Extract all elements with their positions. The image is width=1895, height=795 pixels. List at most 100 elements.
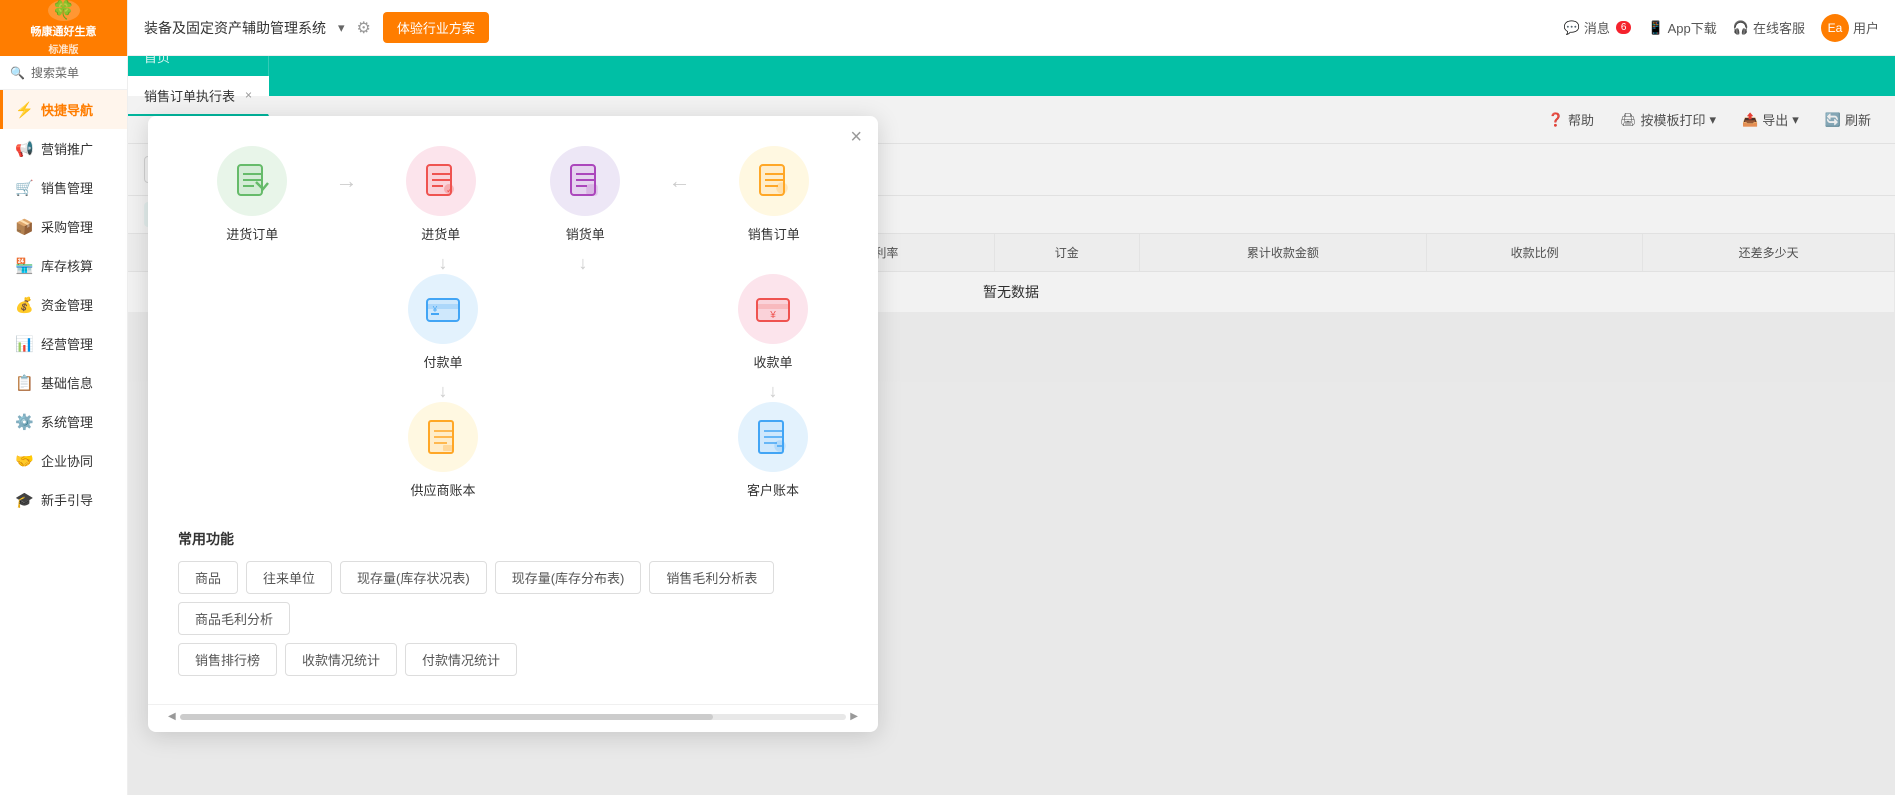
flow-item-payment[interactable]: ¥ 付款单 [378, 274, 508, 371]
modal-box: × 进货订单 [148, 116, 878, 732]
common-functions-title: 常用功能 [178, 529, 848, 549]
scroll-left-arrow[interactable]: ◀ [168, 711, 176, 722]
payment-circle: ¥ [408, 274, 478, 344]
system-dropdown[interactable]: ▾ [338, 20, 345, 36]
sidebar-item-basic-info[interactable]: 📋 基础信息 [0, 363, 127, 402]
purchase-order-icon [234, 163, 270, 199]
sales-order-icon [756, 163, 792, 199]
settings-icon[interactable]: ⚙ [357, 18, 371, 38]
sidebar-item-finance[interactable]: 💰 资金管理 [0, 285, 127, 324]
avatar: Ea [1821, 14, 1849, 42]
chevron-down-icon: ▾ [338, 20, 345, 36]
sidebar-icon-inventory: 🏪 [15, 257, 33, 275]
flow-item-sales-bill[interactable]: 销货单 [521, 146, 650, 243]
flow-item-customer-ledger[interactable]: 客户账本 [708, 402, 838, 499]
sidebar-label-operations: 经营管理 [41, 334, 93, 353]
arrows-down-row: ↓ ↓ [188, 253, 838, 274]
flow-item-supplier-ledger[interactable]: 供应商账本 [378, 402, 508, 499]
sidebar-label-quick-nav: 快捷导航 [41, 100, 93, 119]
service-icon: 🎧 [1733, 20, 1749, 36]
sales-bill-icon [567, 163, 603, 199]
common-function-btn-4[interactable]: 销售毛利分析表 [649, 561, 774, 594]
svg-text:✓: ✓ [446, 185, 454, 195]
mobile-icon: 📱 [1647, 20, 1663, 36]
modal-close-button[interactable]: × [850, 126, 862, 149]
sidebar-icon-operations: 📊 [15, 335, 33, 353]
common-buttons-row2: 销售排行榜收款情况统计付款情况统计 [178, 643, 848, 676]
flow-item-receipt[interactable]: ¥ 收款单 [708, 274, 838, 371]
common-function-btn-8[interactable]: 付款情况统计 [405, 643, 517, 676]
sidebar-icon-purchase: 📦 [15, 218, 33, 236]
experience-button[interactable]: 体验行业方案 [383, 12, 489, 43]
flow-row-2: ¥ 付款单 ¥ 收款单 [188, 274, 838, 371]
purchase-bill-label: 进货单 [421, 224, 460, 243]
flow-row-1: 进货订单 → [188, 146, 838, 243]
message-badge: 6 [1616, 21, 1632, 34]
sidebar-label-marketing: 营销推广 [41, 139, 93, 158]
search-menu[interactable]: 🔍 搜索菜单 [0, 56, 127, 90]
app-download-label: App下载 [1668, 18, 1717, 37]
common-function-btn-7[interactable]: 收款情况统计 [285, 643, 397, 676]
arrow-purchase-to-bill: → [317, 146, 377, 216]
payment-icon: ¥ [425, 291, 461, 327]
supplier-ledger-circle [408, 402, 478, 472]
flow-item-purchase-order[interactable]: 进货订单 [188, 146, 317, 243]
customer-ledger-label: 客户账本 [747, 480, 799, 499]
supplier-ledger-icon [425, 419, 461, 455]
sidebar-item-marketing[interactable]: 📢 营销推广 [0, 129, 127, 168]
user-name-label: 用户 [1853, 18, 1879, 37]
sidebar-icon-marketing: 📢 [15, 140, 33, 158]
sidebar-label-system: 系统管理 [41, 412, 93, 431]
sidebar-item-purchase[interactable]: 📦 采购管理 [0, 207, 127, 246]
sidebar-item-guide[interactable]: 🎓 新手引导 [0, 480, 127, 519]
header: 装备及固定资产辅助管理系统 ▾ ⚙ 体验行业方案 💬 消息 6 📱 App下载 … [128, 0, 1895, 56]
supplier-ledger-label: 供应商账本 [410, 480, 475, 499]
common-function-btn-1[interactable]: 往来单位 [246, 561, 332, 594]
flow-row-3: 供应商账本 [188, 402, 838, 499]
message-icon: 💬 [1564, 20, 1580, 36]
receipt-circle: ¥ [738, 274, 808, 344]
message-action[interactable]: 💬 消息 6 [1564, 18, 1632, 37]
arrows-down-row-2: ↓ ↓ [188, 381, 838, 402]
sidebar-label-guide: 新手引导 [41, 490, 93, 509]
sidebar-icon-sales: 🛒 [15, 179, 33, 197]
customer-ledger-icon [755, 419, 791, 455]
sidebar-item-system[interactable]: ⚙️ 系统管理 [0, 402, 127, 441]
sales-order-label: 销售订单 [748, 224, 800, 243]
common-function-btn-3[interactable]: 现存量(库存分布表) [495, 561, 642, 594]
sidebar-label-purchase: 采购管理 [41, 217, 93, 236]
message-label: 消息 [1584, 18, 1610, 37]
sidebar-item-sales[interactable]: 🛒 销售管理 [0, 168, 127, 207]
flow-item-purchase-bill[interactable]: ✓ 进货单 [377, 146, 506, 243]
sidebar-icon-system: ⚙️ [15, 413, 33, 431]
purchase-order-circle [217, 146, 287, 216]
sidebar-label-sales: 销售管理 [41, 178, 93, 197]
sidebar-icon-finance: 💰 [15, 296, 33, 314]
receipt-label: 收款单 [753, 352, 792, 371]
common-function-btn-2[interactable]: 现存量(库存状况表) [340, 561, 487, 594]
sidebar-item-inventory[interactable]: 🏪 库存核算 [0, 246, 127, 285]
common-function-btn-5[interactable]: 商品毛利分析 [178, 602, 290, 635]
system-title: 装备及固定资产辅助管理系统 [144, 18, 326, 38]
arrow-sales-order-to-bill: ← [650, 146, 710, 216]
common-function-btn-6[interactable]: 销售排行榜 [178, 643, 277, 676]
user-action[interactable]: Ea 用户 [1821, 14, 1879, 42]
scrollbar-track[interactable] [180, 714, 847, 720]
sidebar-item-enterprise[interactable]: 🤝 企业协同 [0, 441, 127, 480]
sales-bill-circle [550, 146, 620, 216]
flow-item-sales-order[interactable]: 销售订单 [710, 146, 839, 243]
sidebar-item-quick-nav[interactable]: ⚡ 快捷导航 [0, 90, 127, 129]
app-download-action[interactable]: 📱 App下载 [1647, 18, 1716, 37]
svg-text:¥: ¥ [432, 305, 438, 314]
scroll-right-arrow[interactable]: ▶ [850, 711, 858, 722]
search-icon: 🔍 [10, 66, 25, 80]
modal-scrollbar: ◀ ▶ [148, 704, 878, 732]
sidebar-item-operations[interactable]: 📊 经营管理 [0, 324, 127, 363]
receipt-icon: ¥ [755, 291, 791, 327]
online-service-action[interactable]: 🎧 在线客服 [1733, 18, 1805, 37]
flow-section: 进货订单 → [148, 116, 878, 529]
sales-bill-label: 销货单 [566, 224, 605, 243]
common-function-btn-0[interactable]: 商品 [178, 561, 238, 594]
sidebar-label-inventory: 库存核算 [41, 256, 93, 275]
sidebar-icon-basic-info: 📋 [15, 374, 33, 392]
